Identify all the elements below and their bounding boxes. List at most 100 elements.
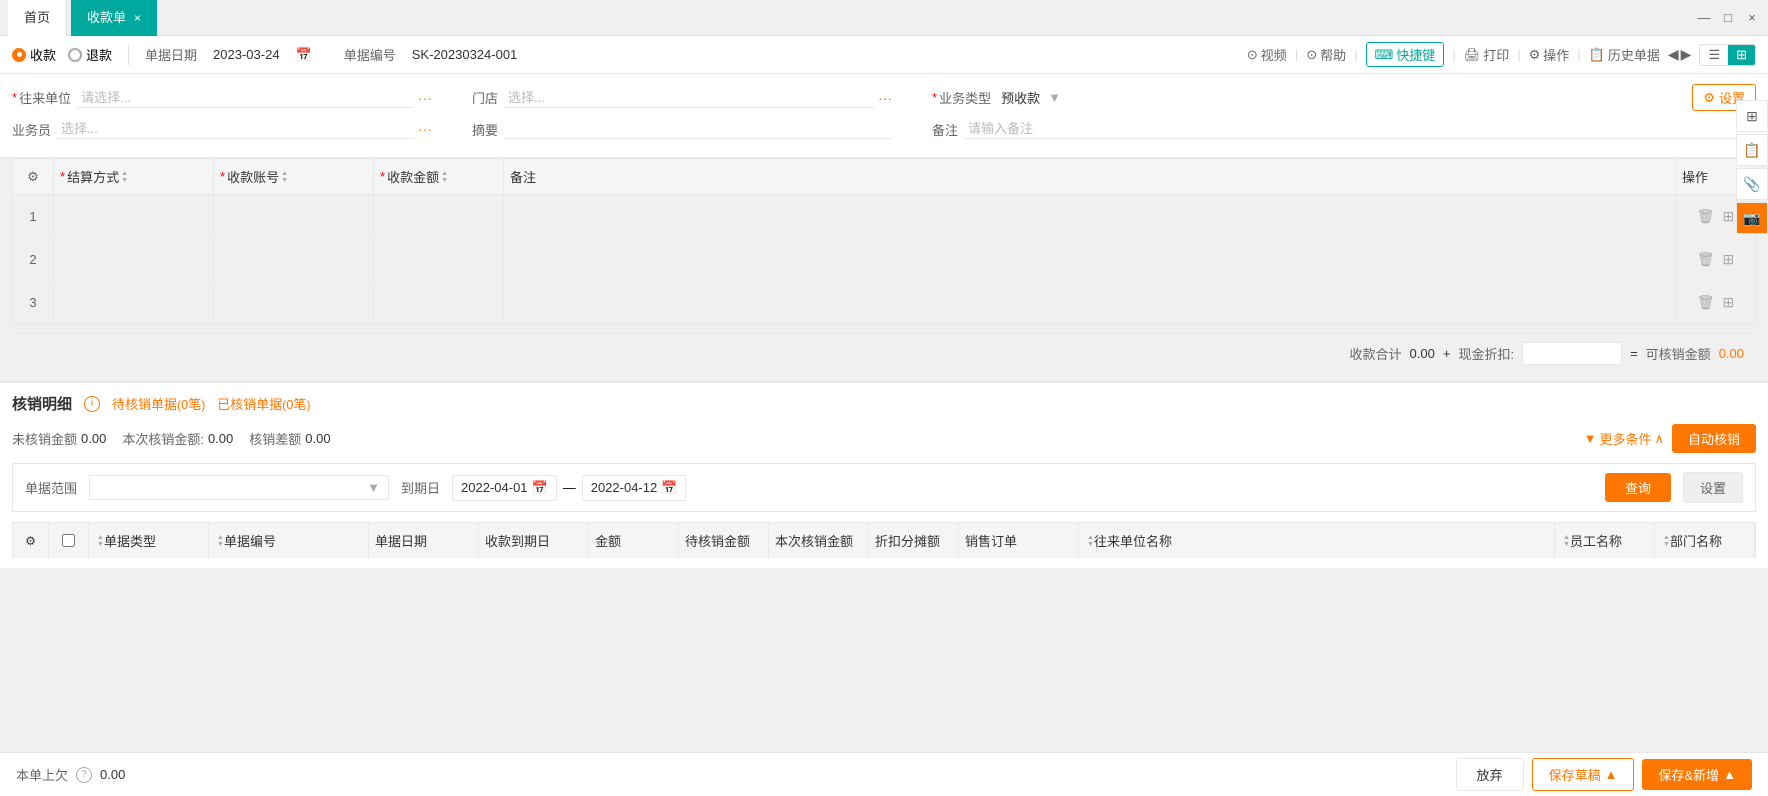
help-btn[interactable]: ⊙ 帮助: [1306, 45, 1346, 64]
row-account-3[interactable]: [213, 281, 373, 323]
biz-type-arrow[interactable]: ▼: [1048, 90, 1061, 105]
more-conditions-btn[interactable]: ▼ 更多条件 ∧: [1584, 429, 1664, 448]
discount-input[interactable]: [1522, 342, 1622, 365]
stat-diff-value: 0.00: [305, 431, 330, 446]
vth-check[interactable]: [49, 523, 89, 558]
maximize-button[interactable]: □: [1720, 10, 1736, 26]
verify-info-icon[interactable]: i: [84, 396, 100, 412]
discount-label: 现金折扣:: [1458, 344, 1514, 363]
nav-next-icon[interactable]: ▶: [1681, 46, 1692, 63]
note-input[interactable]: [964, 119, 1756, 139]
row-amount-1[interactable]: [373, 195, 503, 237]
sidebar-camera-icon[interactable]: 📷: [1736, 202, 1768, 234]
grid-view-btn[interactable]: ⊞: [1728, 45, 1755, 65]
filter-icon: ▼: [1584, 431, 1597, 446]
partner-more-icon[interactable]: ···: [418, 90, 432, 106]
date-start-field[interactable]: 2022-04-01 📅: [452, 475, 557, 501]
table-settings-icon[interactable]: ⚙: [13, 159, 53, 194]
window-close-button[interactable]: ×: [1744, 10, 1760, 26]
equals-sign: =: [1630, 346, 1638, 361]
vth-curamt: 本次核销金额: [769, 523, 869, 558]
sidebar-doc-icon[interactable]: 📋: [1736, 134, 1768, 166]
date-start-calendar-icon[interactable]: 📅: [532, 480, 548, 496]
date-end-calendar-icon[interactable]: 📅: [661, 480, 677, 496]
delete-icon-1[interactable]: 🗑: [1697, 208, 1715, 225]
row-account-2[interactable]: [213, 238, 373, 280]
discard-button[interactable]: 放弃: [1456, 758, 1524, 791]
radio-receive[interactable]: 收款: [12, 45, 56, 64]
store-input[interactable]: [504, 88, 874, 108]
table-row: 1 🗑 ⊞: [13, 195, 1755, 238]
number-value: SK-20230324-001: [412, 47, 518, 62]
staff-label: 业务员: [12, 120, 51, 139]
copy-icon-2[interactable]: ⊞: [1723, 251, 1735, 268]
minimize-button[interactable]: —: [1696, 10, 1712, 26]
vth-sales: 销售订单: [959, 523, 1079, 558]
select-all-checkbox[interactable]: [62, 534, 75, 547]
save-new-button[interactable]: 保存&新增 ▲: [1642, 759, 1752, 790]
sidebar-attach-icon[interactable]: 📎: [1736, 168, 1768, 200]
tab-pending[interactable]: 待核销单据(0笔): [112, 394, 205, 413]
net-value: 0.00: [1719, 346, 1744, 361]
row-settle-1[interactable]: [53, 195, 213, 237]
filter-range-select[interactable]: ▼: [89, 475, 389, 500]
delete-icon-3[interactable]: 🗑: [1697, 294, 1715, 311]
row-settle-2[interactable]: [53, 238, 213, 280]
delete-icon-2[interactable]: 🗑: [1697, 251, 1715, 268]
staff-input[interactable]: [57, 119, 414, 139]
shortcut-btn[interactable]: ⌨ 快捷键: [1366, 42, 1445, 67]
print-btn[interactable]: 🖨 打印: [1464, 45, 1510, 64]
row-settle-3[interactable]: [53, 281, 213, 323]
tab-done[interactable]: 已核销单据(0笔): [217, 394, 310, 413]
required-star-biz: *: [932, 90, 937, 105]
history-btn[interactable]: 📋 历史单据: [1589, 45, 1660, 64]
query-btn[interactable]: 查询: [1605, 473, 1671, 502]
copy-icon-1[interactable]: ⊞: [1723, 208, 1735, 225]
row-ops-2: 🗑 ⊞: [1675, 238, 1755, 280]
tab-close-icon[interactable]: ×: [134, 0, 141, 36]
partner-label: 往来单位: [19, 88, 71, 107]
print-icon: 🖨: [1464, 47, 1481, 63]
number-label: 单据编号: [344, 45, 396, 64]
tab-home[interactable]: 首页: [8, 0, 67, 36]
tab-active[interactable]: 收款单 ×: [71, 0, 157, 36]
save-draft-button[interactable]: 保存草稿 ▲: [1532, 758, 1635, 791]
radio-refund[interactable]: 退款: [68, 45, 112, 64]
nav-prev-icon[interactable]: ◀: [1668, 46, 1679, 63]
auto-verify-btn[interactable]: 自动核销: [1672, 424, 1756, 453]
staff-more-icon[interactable]: ···: [418, 121, 432, 137]
vth-type: ▲▼ 单据类型: [89, 523, 209, 558]
row-remark-1[interactable]: [503, 195, 1675, 237]
partner-input[interactable]: [77, 88, 414, 108]
vth-pending: 待核销金额: [679, 523, 769, 558]
plus-sign: +: [1443, 346, 1451, 361]
summary-input[interactable]: [504, 119, 892, 139]
col-header-remark: 备注: [503, 159, 1675, 194]
chevron-up-icon: ∧: [1654, 431, 1664, 447]
col-header-settle: * 结算方式 ▲▼: [53, 159, 213, 194]
row-account-1[interactable]: [213, 195, 373, 237]
sidebar-table-icon[interactable]: ⊞: [1736, 100, 1768, 132]
vth-staff: ▲▼ 员工名称: [1555, 523, 1655, 558]
stat-unchecked-value: 0.00: [81, 431, 106, 446]
table-row: 3 🗑 ⊞: [13, 281, 1755, 324]
row-remark-2[interactable]: [503, 238, 1675, 280]
filter-range-label: 单据范围: [25, 478, 77, 497]
filter-settings-btn[interactable]: 设置: [1683, 472, 1743, 503]
calendar-icon[interactable]: 📅: [296, 47, 312, 63]
video-btn[interactable]: ⊙ 视频: [1247, 45, 1287, 64]
copy-icon-3[interactable]: ⊞: [1723, 294, 1735, 311]
stat-current-value: 0.00: [208, 431, 233, 446]
keyboard-icon: ⌨: [1375, 47, 1394, 63]
bottom-info-icon[interactable]: ?: [76, 767, 92, 783]
row-amount-3[interactable]: [373, 281, 503, 323]
stat-diff-label: 核销差额: [249, 429, 301, 448]
vth-settings[interactable]: ⚙: [13, 523, 49, 558]
date-label: 单据日期: [145, 45, 197, 64]
ops-btn[interactable]: ⚙ 操作: [1529, 45, 1570, 64]
date-end-field[interactable]: 2022-04-12 📅: [582, 475, 687, 501]
list-view-btn[interactable]: ☰: [1700, 45, 1728, 65]
store-more-icon[interactable]: ···: [878, 90, 892, 106]
row-remark-3[interactable]: [503, 281, 1675, 323]
row-amount-2[interactable]: [373, 238, 503, 280]
